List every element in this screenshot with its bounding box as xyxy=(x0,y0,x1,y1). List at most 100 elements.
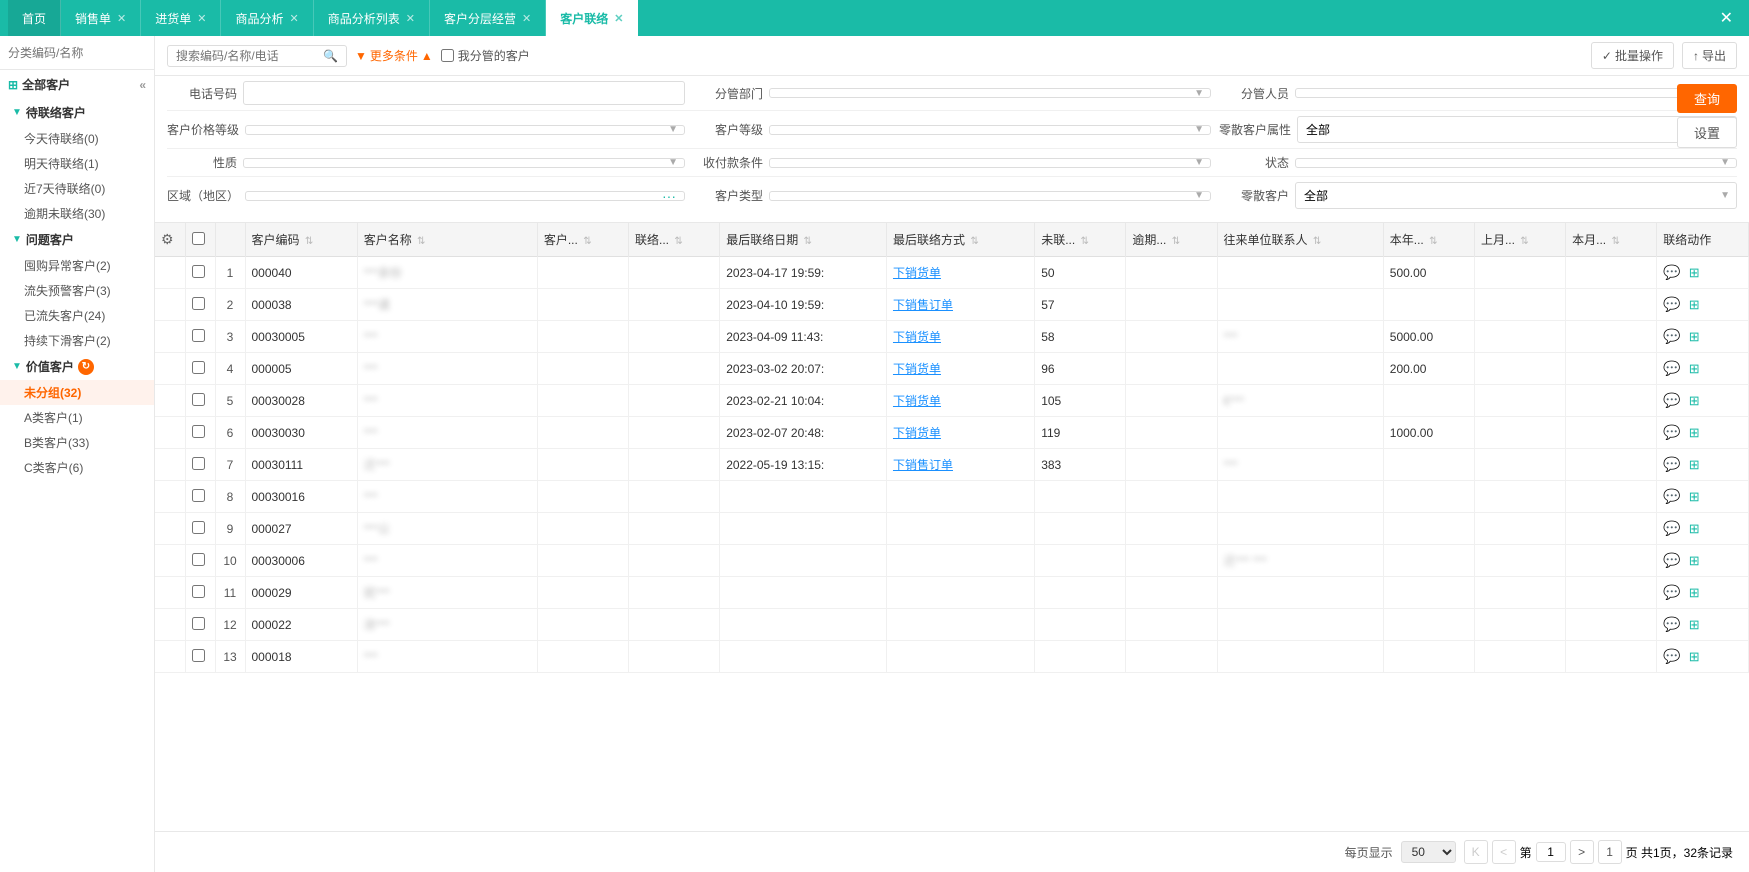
sidebar-pending-contact-header[interactable]: ▼ 待联络客户 xyxy=(0,99,154,126)
grid-action-icon[interactable]: ⊞ xyxy=(1689,489,1700,505)
sort-icon[interactable]: ⇅ xyxy=(1313,236,1321,247)
sort-icon[interactable]: ⇅ xyxy=(583,236,591,247)
sidebar-item-7days[interactable]: 近7天待联络(0) xyxy=(0,176,154,201)
export-button[interactable]: ↑ 导出 xyxy=(1682,42,1737,69)
grid-action-icon[interactable]: ⊞ xyxy=(1689,553,1700,569)
first-page-button[interactable]: K xyxy=(1464,840,1488,864)
search-icon[interactable]: 🔍 xyxy=(323,49,338,63)
manager-input[interactable]: ··· xyxy=(1295,88,1737,98)
retail-select[interactable]: 全部 ▼ xyxy=(1295,182,1737,209)
dept-select[interactable]: ▼ xyxy=(769,88,1211,98)
retail-attr-select[interactable]: 全部 ▼ xyxy=(1297,116,1737,143)
grid-action-icon[interactable]: ⊞ xyxy=(1689,425,1700,441)
sidebar-item-class-b[interactable]: B类客户(33) xyxy=(0,430,154,455)
sidebar-item-unclassified[interactable]: 未分组(32) xyxy=(0,380,154,405)
customer-type-select[interactable]: ▼ xyxy=(769,191,1211,201)
grid-action-icon[interactable]: ⊞ xyxy=(1689,393,1700,409)
nav-tab-purchase[interactable]: 进货单 ✕ xyxy=(141,0,221,36)
sort-icon[interactable]: ⇅ xyxy=(970,236,978,247)
grid-action-icon[interactable]: ⊞ xyxy=(1689,329,1700,345)
nav-tab-analysis-list[interactable]: 商品分析列表 ✕ xyxy=(314,0,430,36)
settings-icon[interactable]: ⚙ xyxy=(161,231,174,247)
grid-action-icon[interactable]: ⊞ xyxy=(1689,617,1700,633)
grid-action-icon[interactable]: ⊞ xyxy=(1689,265,1700,281)
sidebar-value-customers-header[interactable]: ▼ 价值客户 ↻ xyxy=(0,353,154,380)
sidebar-item-class-a[interactable]: A类客户(1) xyxy=(0,405,154,430)
grid-action-icon[interactable]: ⊞ xyxy=(1689,649,1700,665)
grid-action-icon[interactable]: ⊞ xyxy=(1689,457,1700,473)
sidebar-item-overdue[interactable]: 逾期未联络(30) xyxy=(0,201,154,226)
sidebar-problem-customers-header[interactable]: ▼ 问题客户 xyxy=(0,226,154,253)
sort-icon[interactable]: ⇅ xyxy=(1611,236,1619,247)
phone-input[interactable] xyxy=(243,81,685,105)
close-icon[interactable]: ✕ xyxy=(197,12,206,25)
contact-icon[interactable]: 💬 xyxy=(1663,520,1680,537)
nav-tab-home[interactable]: 首页 xyxy=(8,0,61,36)
region-select[interactable]: ··· xyxy=(245,191,685,201)
search-input[interactable] xyxy=(176,49,319,63)
prev-page-button[interactable]: < xyxy=(1492,840,1516,864)
sort-icon[interactable]: ⇅ xyxy=(674,236,682,247)
sort-icon[interactable]: ⇅ xyxy=(417,236,425,247)
next-page-button[interactable]: > xyxy=(1570,840,1594,864)
sort-icon[interactable]: ⇅ xyxy=(1429,236,1437,247)
query-button[interactable]: 查询 xyxy=(1677,84,1737,113)
contact-icon[interactable]: 💬 xyxy=(1663,328,1680,345)
sidebar-all-customers[interactable]: ⊞ 全部客户 « xyxy=(0,70,154,99)
grid-action-icon[interactable]: ⊞ xyxy=(1689,297,1700,313)
sidebar-item-hoard[interactable]: 囤购异常客户(2) xyxy=(0,253,154,278)
collapse-icon[interactable]: « xyxy=(139,78,146,92)
close-icon[interactable]: ✕ xyxy=(522,12,531,25)
more-conditions-button[interactable]: ▼ 更多条件 ▲ xyxy=(355,47,433,64)
contact-icon[interactable]: 💬 xyxy=(1663,392,1680,409)
page-size-select[interactable]: 50 100 200 xyxy=(1401,841,1456,863)
sidebar-item-tomorrow[interactable]: 明天待联络(1) xyxy=(0,151,154,176)
contact-icon[interactable]: 💬 xyxy=(1663,552,1680,569)
dots-icon[interactable]: ··· xyxy=(662,188,676,204)
nav-tab-customer-ops[interactable]: 客户分层经营 ✕ xyxy=(430,0,546,36)
payment-select[interactable]: ▼ xyxy=(769,158,1211,168)
row-checkbox xyxy=(185,545,215,577)
nav-tab-analysis[interactable]: 商品分析 ✕ xyxy=(221,0,313,36)
sort-icon[interactable]: ⇅ xyxy=(305,236,313,247)
select-all-checkbox[interactable] xyxy=(192,232,205,245)
page-number-input[interactable] xyxy=(1536,842,1566,862)
sort-icon[interactable]: ⇅ xyxy=(804,236,812,247)
sidebar-item-today[interactable]: 今天待联络(0) xyxy=(0,126,154,151)
contact-icon[interactable]: 💬 xyxy=(1663,456,1680,473)
nav-tab-customer-contact[interactable]: 客户联络 ✕ xyxy=(546,0,638,36)
batch-ops-button[interactable]: ✓ 批量操作 xyxy=(1591,42,1674,69)
nav-tab-sales[interactable]: 销售单 ✕ xyxy=(61,0,141,36)
contact-icon[interactable]: 💬 xyxy=(1663,424,1680,441)
contact-icon[interactable]: 💬 xyxy=(1663,360,1680,377)
contact-icon[interactable]: 💬 xyxy=(1663,296,1680,313)
close-icon[interactable]: ✕ xyxy=(406,12,415,25)
sort-icon[interactable]: ⇅ xyxy=(1172,236,1180,247)
sort-icon[interactable]: ⇅ xyxy=(1520,236,1528,247)
sort-icon[interactable]: ⇅ xyxy=(1081,236,1089,247)
contact-icon[interactable]: 💬 xyxy=(1663,488,1680,505)
status-select[interactable]: ▼ xyxy=(1295,158,1737,168)
price-grade-select[interactable]: ▼ xyxy=(245,125,685,135)
contact-icon[interactable]: 💬 xyxy=(1663,616,1680,633)
last-page-button[interactable]: 1 xyxy=(1598,840,1622,864)
sidebar-item-lostwarning[interactable]: 流失预警客户(3) xyxy=(0,278,154,303)
reset-button[interactable]: 设置 xyxy=(1677,117,1737,148)
sidebar-item-declining[interactable]: 持续下滑客户(2) xyxy=(0,328,154,353)
nature-select[interactable]: ▼ xyxy=(243,158,685,168)
contact-icon[interactable]: 💬 xyxy=(1663,264,1680,281)
sidebar-item-class-c[interactable]: C类客户(6) xyxy=(0,455,154,480)
contact-icon[interactable]: 💬 xyxy=(1663,648,1680,665)
contact-icon[interactable]: 💬 xyxy=(1663,584,1680,601)
grid-action-icon[interactable]: ⊞ xyxy=(1689,585,1700,601)
grid-action-icon[interactable]: ⊞ xyxy=(1689,521,1700,537)
close-icon[interactable]: ✕ xyxy=(290,12,299,25)
grid-action-icon[interactable]: ⊞ xyxy=(1689,361,1700,377)
close-icon[interactable]: ✕ xyxy=(117,12,126,25)
sidebar-item-lost[interactable]: 已流失客户(24) xyxy=(0,303,154,328)
sidebar-search-input[interactable] xyxy=(8,46,155,60)
close-icon[interactable]: ✕ xyxy=(614,12,623,25)
customer-grade-select[interactable]: ▼ xyxy=(769,125,1211,135)
window-close-button[interactable]: ✕ xyxy=(1712,4,1741,32)
my-customers-checkbox[interactable]: 我分管的客户 xyxy=(441,47,530,64)
